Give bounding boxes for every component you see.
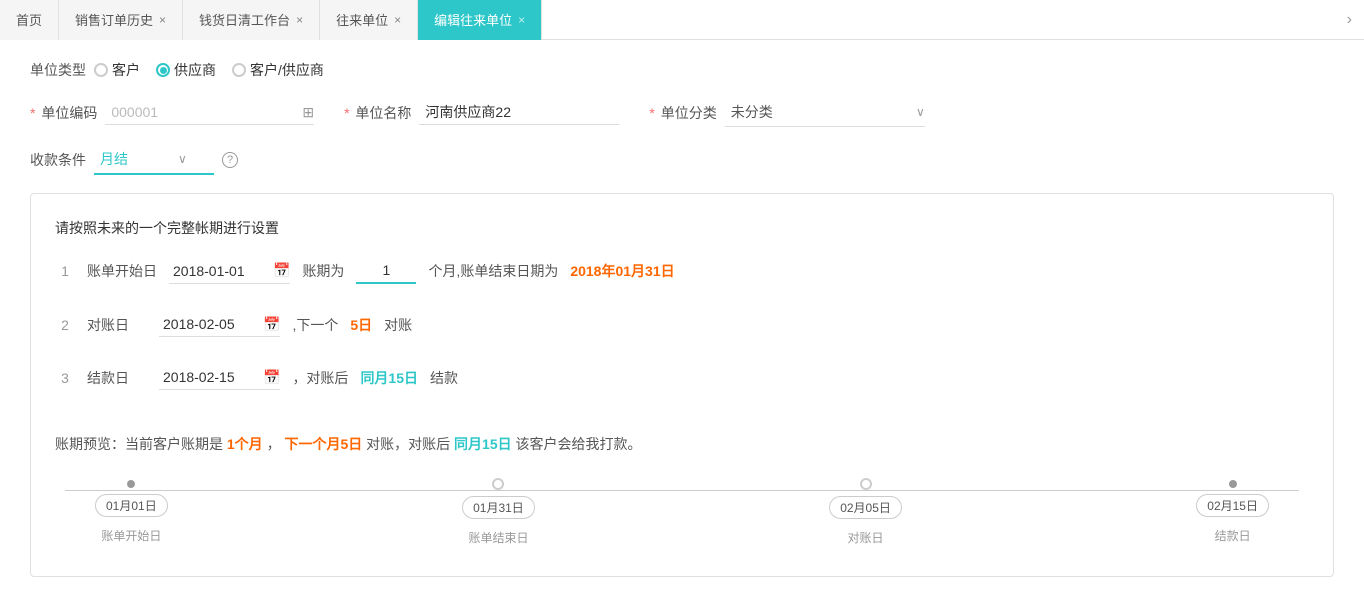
bill-start-label: 账单开始日 bbox=[87, 261, 157, 281]
payment-condition-label: 收款条件 bbox=[30, 150, 86, 170]
timeline: 01月01日 账单开始日 01月31日 账单结束日 02月05日 对账日 bbox=[55, 478, 1309, 546]
bill-end-date-highlight: 2018年01月31日 bbox=[570, 261, 674, 281]
period-input[interactable] bbox=[356, 258, 416, 284]
row-num-3: 3 bbox=[55, 370, 75, 386]
radio-circle-customer-supplier bbox=[232, 63, 246, 77]
unit-name-group: * 单位名称 bbox=[344, 100, 619, 125]
timeline-dot-2 bbox=[860, 478, 872, 490]
timeline-label-1: 账单结束日 bbox=[468, 529, 528, 546]
reconcile-highlight: 5日 bbox=[350, 315, 372, 335]
reconcile-calendar-icon[interactable]: 📅 bbox=[263, 316, 280, 333]
timeline-label-0: 账单开始日 bbox=[101, 527, 161, 544]
close-tab-cash[interactable]: × bbox=[296, 13, 303, 27]
payment-condition-row: 收款条件 月结 ∨ ? bbox=[30, 145, 1334, 175]
timeline-dot-1 bbox=[492, 478, 504, 490]
period-prefix: 账期为 bbox=[302, 261, 344, 281]
bill-start-calendar-icon[interactable]: 📅 bbox=[273, 262, 290, 279]
tab-home[interactable]: 首页 bbox=[0, 0, 59, 40]
payment-highlight: 同月15日 bbox=[360, 368, 418, 388]
settings-panel: 请按照未来的一个完整帐期进行设置 1 账单开始日 📅 账期为 个月,账单结束日期… bbox=[30, 193, 1334, 577]
payment-date-row: 3 结款日 📅 ，对账后 同月15日 结款 bbox=[55, 365, 1309, 390]
payment-label: 结款日 bbox=[87, 368, 147, 388]
radio-circle-customer bbox=[94, 63, 108, 77]
unit-code-label: * 单位编码 bbox=[30, 103, 97, 123]
reconcile-date-input: 📅 bbox=[159, 312, 280, 337]
payment-prefix: ，对账后 bbox=[292, 368, 348, 388]
tab-expander[interactable]: › bbox=[1335, 11, 1364, 29]
required-star-name: * bbox=[344, 105, 349, 121]
bill-start-date-input: 📅 bbox=[169, 259, 290, 284]
bill-start-date-field[interactable] bbox=[169, 259, 269, 283]
unit-info-row: * 单位编码 ⊞ * 单位名称 * 单位分类 未分类 ∨ bbox=[30, 98, 1334, 127]
timeline-node-3: 02月15日 结款日 bbox=[1196, 478, 1269, 546]
unit-type-label: 单位类型 bbox=[30, 60, 86, 80]
unit-category-chevron-icon: ∨ bbox=[916, 105, 925, 119]
required-star-code: * bbox=[30, 105, 35, 121]
timeline-node-2: 02月05日 对账日 bbox=[829, 478, 902, 546]
payment-suffix: 结款 bbox=[430, 368, 458, 388]
reconcile-suffix: 对账 bbox=[384, 315, 412, 335]
timeline-node-1: 01月31日 账单结束日 bbox=[462, 478, 535, 546]
payment-condition-select[interactable]: 月结 ∨ bbox=[94, 145, 214, 175]
reconcile-label: 对账日 bbox=[87, 315, 147, 335]
reconcile-prefix: ,下一个 bbox=[292, 315, 338, 335]
tab-cash-work[interactable]: 钱货日清工作台 × bbox=[183, 0, 320, 40]
unit-name-label: * 单位名称 bbox=[344, 103, 411, 123]
help-icon[interactable]: ? bbox=[222, 152, 238, 168]
preview-section: 账期预览：当前客户账期是 1个月 ， 下一个月5日 对账，对账后 同月15日 该… bbox=[55, 418, 1309, 546]
radio-circle-supplier bbox=[156, 63, 170, 77]
tab-partner-unit[interactable]: 往来单位 × bbox=[320, 0, 418, 40]
radio-supplier[interactable]: 供应商 bbox=[156, 60, 216, 80]
unit-code-group: * 单位编码 ⊞ bbox=[30, 100, 314, 125]
payment-calendar-icon[interactable]: 📅 bbox=[263, 369, 280, 386]
unit-type-group: 单位类型 客户 供应商 客户/供应商 bbox=[30, 60, 324, 80]
timeline-label-2: 对账日 bbox=[848, 529, 884, 546]
payment-condition-group: 收款条件 月结 ∨ ? bbox=[30, 145, 238, 175]
close-tab-partner[interactable]: × bbox=[394, 13, 401, 27]
radio-group-unit-type: 客户 供应商 客户/供应商 bbox=[94, 60, 324, 80]
tab-sales-order-history[interactable]: 销售订单历史 × bbox=[59, 0, 183, 40]
radio-customer[interactable]: 客户 bbox=[94, 60, 140, 80]
timeline-badge-2: 02月05日 bbox=[829, 496, 902, 519]
radio-customer-supplier[interactable]: 客户/供应商 bbox=[232, 60, 324, 80]
payment-condition-value: 月结 bbox=[94, 145, 174, 173]
unit-name-input[interactable] bbox=[419, 100, 619, 125]
tab-bar: 首页 销售订单历史 × 钱货日清工作台 × 往来单位 × 编辑往来单位 × › bbox=[0, 0, 1364, 40]
reconcile-date-field[interactable] bbox=[159, 312, 259, 336]
timeline-dot-3 bbox=[1229, 480, 1237, 488]
preview-text: 账期预览：当前客户账期是 1个月 ， 下一个月5日 对账，对账后 同月15日 该… bbox=[55, 434, 1309, 454]
payment-date-input: 📅 bbox=[159, 365, 280, 390]
row-num-1: 1 bbox=[55, 263, 75, 279]
timeline-badge-3: 02月15日 bbox=[1196, 494, 1269, 517]
unit-code-input-group: ⊞ bbox=[105, 100, 314, 125]
unit-code-copy-icon[interactable]: ⊞ bbox=[302, 104, 314, 121]
tab-edit-partner-unit[interactable]: 编辑往来单位 × bbox=[418, 0, 542, 40]
timeline-node-0: 01月01日 账单开始日 bbox=[95, 478, 168, 546]
unit-category-dropdown[interactable]: 未分类 ∨ bbox=[725, 98, 925, 127]
payment-date-field[interactable] bbox=[159, 365, 259, 389]
unit-code-input[interactable] bbox=[105, 100, 298, 124]
period-suffix: 个月,账单结束日期为 bbox=[428, 261, 558, 281]
close-tab-sales[interactable]: × bbox=[159, 13, 166, 27]
timeline-badge-0: 01月01日 bbox=[95, 494, 168, 517]
unit-category-value: 未分类 bbox=[725, 98, 912, 126]
timeline-nodes: 01月01日 账单开始日 01月31日 账单结束日 02月05日 对账日 bbox=[95, 478, 1269, 546]
main-content: 单位类型 客户 供应商 客户/供应商 * 单位编码 bbox=[0, 40, 1364, 608]
bill-start-date-row: 1 账单开始日 📅 账期为 个月,账单结束日期为 2018年01月31日 bbox=[55, 258, 1309, 284]
row-num-2: 2 bbox=[55, 317, 75, 333]
timeline-label-3: 结款日 bbox=[1215, 527, 1251, 544]
close-tab-edit-partner[interactable]: × bbox=[518, 13, 525, 27]
panel-title: 请按照未来的一个完整帐期进行设置 bbox=[55, 218, 1309, 238]
timeline-dot-0 bbox=[127, 480, 135, 488]
unit-category-group: * 单位分类 未分类 ∨ bbox=[649, 98, 924, 127]
unit-category-label: * 单位分类 bbox=[649, 103, 716, 123]
required-star-category: * bbox=[649, 105, 654, 121]
reconcile-date-row: 2 对账日 📅 ,下一个 5日 对账 bbox=[55, 312, 1309, 337]
unit-type-row: 单位类型 客户 供应商 客户/供应商 bbox=[30, 60, 1334, 80]
payment-condition-chevron-icon: ∨ bbox=[178, 152, 187, 166]
timeline-badge-1: 01月31日 bbox=[462, 496, 535, 519]
